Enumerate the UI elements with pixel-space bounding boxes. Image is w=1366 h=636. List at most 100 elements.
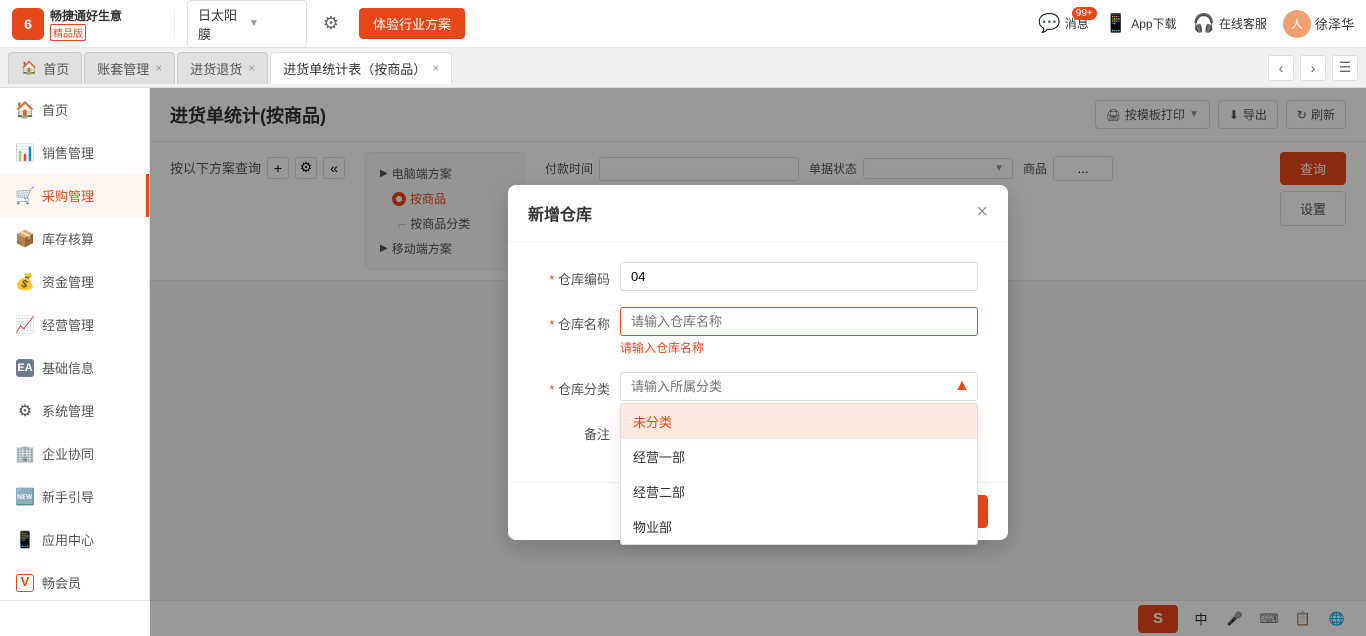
sidebar-item-enterprise[interactable]: 🏢 企业协同 [0, 432, 149, 475]
tab-label: 账套管理 [97, 59, 149, 78]
warehouse-note-label: 备注 [538, 417, 610, 443]
sidebar: 🏠 首页 📊 销售管理 🛒 采购管理 📦 库存核算 💰 资金管理 📈 经营管理 … [0, 88, 150, 636]
tab-close-icon[interactable]: × [155, 61, 162, 75]
modal-new-warehouse: 新增仓库 × 仓库编码 仓库名称 请输入仓库名称 [508, 185, 1008, 540]
tab-purchase-return[interactable]: 进货退货 × [177, 52, 268, 84]
tab-purchase-stats[interactable]: 进货单统计表（按商品） × [270, 52, 452, 84]
tab-label: 进货单统计表（按商品） [283, 59, 426, 78]
tab-right-buttons: ‹ › ☰ [1268, 55, 1358, 81]
dropdown-item-none[interactable]: 未分类 [621, 404, 977, 439]
inventory-icon: 📦 [16, 230, 34, 248]
sidebar-item-label: 畅会员 [42, 573, 81, 592]
warehouse-name-input[interactable] [620, 307, 978, 336]
sidebar-item-label: 资金管理 [42, 272, 94, 291]
category-input-wrapper: ▲ 未分类 经营一部 经营二部 物业部 [620, 372, 978, 401]
sidebar-item-home[interactable]: 🏠 首页 [0, 88, 149, 131]
warehouse-name-error: 请输入仓库名称 [620, 339, 978, 356]
modal-header: 新增仓库 × [508, 185, 1008, 242]
member-icon: V [16, 574, 34, 592]
tab-next-button[interactable]: › [1300, 55, 1326, 81]
content-area: 进货单统计(按商品) 🖨 按模板打印 ▼ ⬇ 导出 ↻ 刷新 [150, 88, 1366, 636]
app-download-item[interactable]: 📱 App下载 [1105, 13, 1177, 34]
modal-close-button[interactable]: × [976, 201, 988, 224]
sidebar-item-purchase[interactable]: 🛒 采购管理 [0, 174, 149, 217]
settings-button[interactable]: ⚙ [315, 8, 347, 40]
main-layout: 🏠 首页 📊 销售管理 🛒 采购管理 📦 库存核算 💰 资金管理 📈 经营管理 … [0, 88, 1366, 636]
modal-overlay[interactable]: 新增仓库 × 仓库编码 仓库名称 请输入仓库名称 [150, 88, 1366, 636]
sidebar-item-inventory[interactable]: 📦 库存核算 [0, 217, 149, 260]
sidebar-item-label: 经营管理 [42, 315, 94, 334]
tab-label: 首页 [43, 59, 69, 78]
sidebar-item-operation[interactable]: 📈 经营管理 [0, 303, 149, 346]
notification-badge: 99+ [1072, 7, 1097, 20]
tab-accounts[interactable]: 账套管理 × [84, 52, 175, 84]
enterprise-icon: 🏢 [16, 445, 34, 463]
sidebar-item-member[interactable]: V 畅会员 [0, 561, 149, 604]
warehouse-code-row: 仓库编码 [538, 262, 978, 291]
sales-icon: 📊 [16, 144, 34, 162]
tab-bar: 🏠 首页 账套管理 × 进货退货 × 进货单统计表（按商品） × ‹ › ☰ [0, 48, 1366, 88]
warehouse-name-row: 仓库名称 请输入仓库名称 [538, 307, 978, 356]
mobile-icon: 📱 [1105, 13, 1127, 34]
basic-icon: EA [16, 359, 34, 377]
divider [174, 10, 175, 38]
tab-label: 进货退货 [190, 59, 242, 78]
dropdown-item-op3[interactable]: 物业部 [621, 509, 977, 544]
sidebar-item-label: 应用中心 [42, 530, 94, 549]
home-icon: 🏠 [16, 101, 34, 119]
logo-icon: 6 [12, 8, 44, 40]
sidebar-item-label: 企业协同 [42, 444, 94, 463]
modal-body: 仓库编码 仓库名称 请输入仓库名称 仓库分类 [508, 242, 1008, 482]
newbie-icon: 🆕 [16, 488, 34, 506]
warehouse-code-label: 仓库编码 [538, 262, 610, 288]
app-download-label: App下载 [1131, 15, 1176, 32]
sidebar-item-capital[interactable]: 💰 资金管理 [0, 260, 149, 303]
sidebar-item-basic[interactable]: EA 基础信息 [0, 346, 149, 389]
tab-home[interactable]: 🏠 首页 [8, 52, 82, 84]
tab-close-icon[interactable]: × [432, 61, 439, 75]
notification-item[interactable]: 💬 消息 99+ [1038, 13, 1088, 34]
tab-prev-button[interactable]: ‹ [1268, 55, 1294, 81]
logo-badge: 精品版 [50, 24, 86, 41]
home-icon: 🏠 [21, 60, 37, 76]
online-service-item[interactable]: 🎧 在线客服 [1193, 13, 1267, 34]
dropdown-item-op2[interactable]: 经营二部 [621, 474, 977, 509]
system-icon: ⚙ [16, 402, 34, 420]
sidebar-item-label: 采购管理 [42, 186, 94, 205]
purchase-icon: 🛒 [16, 187, 34, 205]
store-selector[interactable]: 日太阳膜 ▼ [187, 0, 307, 48]
headset-icon: 🎧 [1193, 13, 1215, 34]
warehouse-category-input[interactable] [620, 372, 978, 401]
sidebar-item-sales[interactable]: 📊 销售管理 [0, 131, 149, 174]
chevron-down-icon: ▼ [249, 18, 296, 29]
sidebar-item-label: 新手引导 [42, 487, 94, 506]
warehouse-name-label: 仓库名称 [538, 307, 610, 333]
tab-menu-button[interactable]: ☰ [1332, 55, 1358, 81]
online-service-label: 在线客服 [1219, 15, 1267, 32]
user-area[interactable]: 人 徐泽华 [1283, 10, 1354, 38]
modal-title: 新增仓库 [528, 201, 592, 225]
avatar: 人 [1283, 10, 1311, 38]
username-label: 徐泽华 [1315, 14, 1354, 33]
sidebar-item-system[interactable]: ⚙ 系统管理 [0, 389, 149, 432]
sidebar-item-label: 库存核算 [42, 229, 94, 248]
logo-text: 畅捷通好生意 精品版 [50, 7, 122, 41]
dropdown-item-op1[interactable]: 经营一部 [621, 439, 977, 474]
warehouse-category-label: 仓库分类 [538, 372, 610, 398]
top-actions: ⚙ 体验行业方案 [315, 8, 465, 40]
tab-close-icon[interactable]: × [248, 61, 255, 75]
message-icon: 💬 [1038, 13, 1060, 34]
operation-icon: 📈 [16, 316, 34, 334]
capital-icon: 💰 [16, 273, 34, 291]
sidebar-item-newbie[interactable]: 🆕 新手引导 [0, 475, 149, 518]
category-toggle-button[interactable]: ▲ [954, 377, 970, 395]
top-bar: 6 畅捷通好生意 精品版 日太阳膜 ▼ ⚙ 体验行业方案 💬 消息 99+ 📱 … [0, 0, 1366, 48]
sidebar-item-apps[interactable]: 📱 应用中心 [0, 518, 149, 561]
logo-area: 6 畅捷通好生意 精品版 [12, 7, 162, 41]
top-right: 💬 消息 99+ 📱 App下载 🎧 在线客服 人 徐泽华 [1038, 10, 1354, 38]
sidebar-item-label: 系统管理 [42, 401, 94, 420]
category-dropdown: 未分类 经营一部 经营二部 物业部 [620, 403, 978, 545]
apps-icon: 📱 [16, 531, 34, 549]
trial-button[interactable]: 体验行业方案 [359, 8, 465, 39]
warehouse-code-input[interactable] [620, 262, 978, 291]
